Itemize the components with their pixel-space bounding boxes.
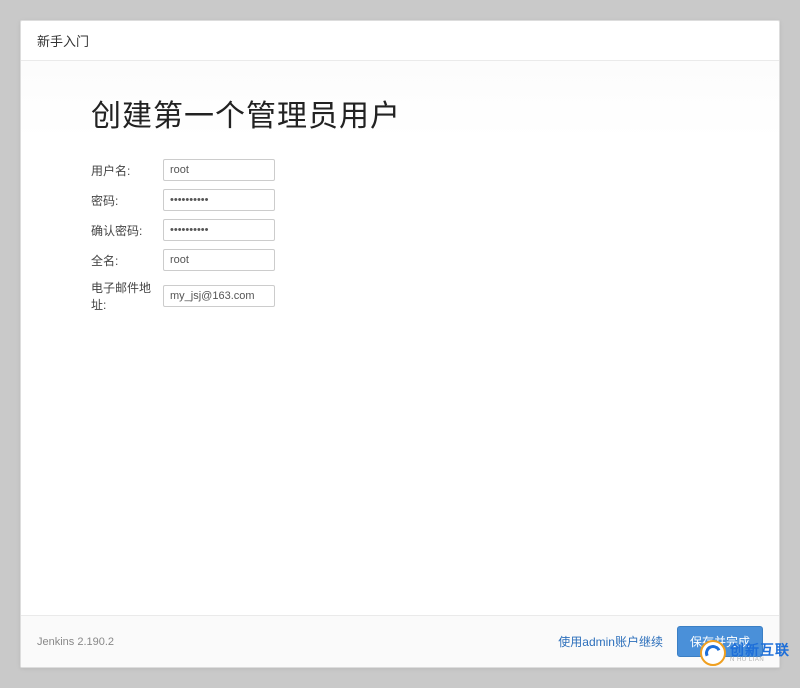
email-input[interactable]: [163, 285, 275, 307]
footer-actions: 使用admin账户继续 保存并完成: [558, 626, 763, 657]
password-row: 密码:: [91, 189, 709, 211]
fullname-input[interactable]: [163, 249, 275, 271]
password-input[interactable]: [163, 189, 275, 211]
modal-title: 新手入门: [37, 34, 89, 49]
password-label: 密码:: [91, 192, 163, 209]
email-label: 电子邮件地址:: [91, 279, 163, 313]
username-input[interactable]: [163, 159, 275, 181]
username-label: 用户名:: [91, 162, 163, 179]
confirm-password-input[interactable]: [163, 219, 275, 241]
version-label: Jenkins 2.190.2: [37, 636, 114, 648]
username-row: 用户名:: [91, 159, 709, 181]
page-title: 创建第一个管理员用户: [91, 91, 709, 135]
confirm-password-label: 确认密码:: [91, 222, 163, 239]
modal-footer: Jenkins 2.190.2 使用admin账户继续 保存并完成: [21, 615, 779, 667]
modal-header: 新手入门: [21, 21, 779, 61]
modal-body: 创建第一个管理员用户 用户名: 密码: 确认密码: 全名: 电子邮件地址:: [21, 61, 779, 615]
confirm-password-row: 确认密码:: [91, 219, 709, 241]
fullname-row: 全名:: [91, 249, 709, 271]
skip-admin-link[interactable]: 使用admin账户继续: [558, 633, 663, 650]
email-row: 电子邮件地址:: [91, 279, 709, 313]
setup-wizard-modal: 新手入门 创建第一个管理员用户 用户名: 密码: 确认密码: 全名: 电子邮件地…: [20, 20, 780, 668]
save-and-finish-button[interactable]: 保存并完成: [677, 626, 763, 657]
fullname-label: 全名:: [91, 252, 163, 269]
